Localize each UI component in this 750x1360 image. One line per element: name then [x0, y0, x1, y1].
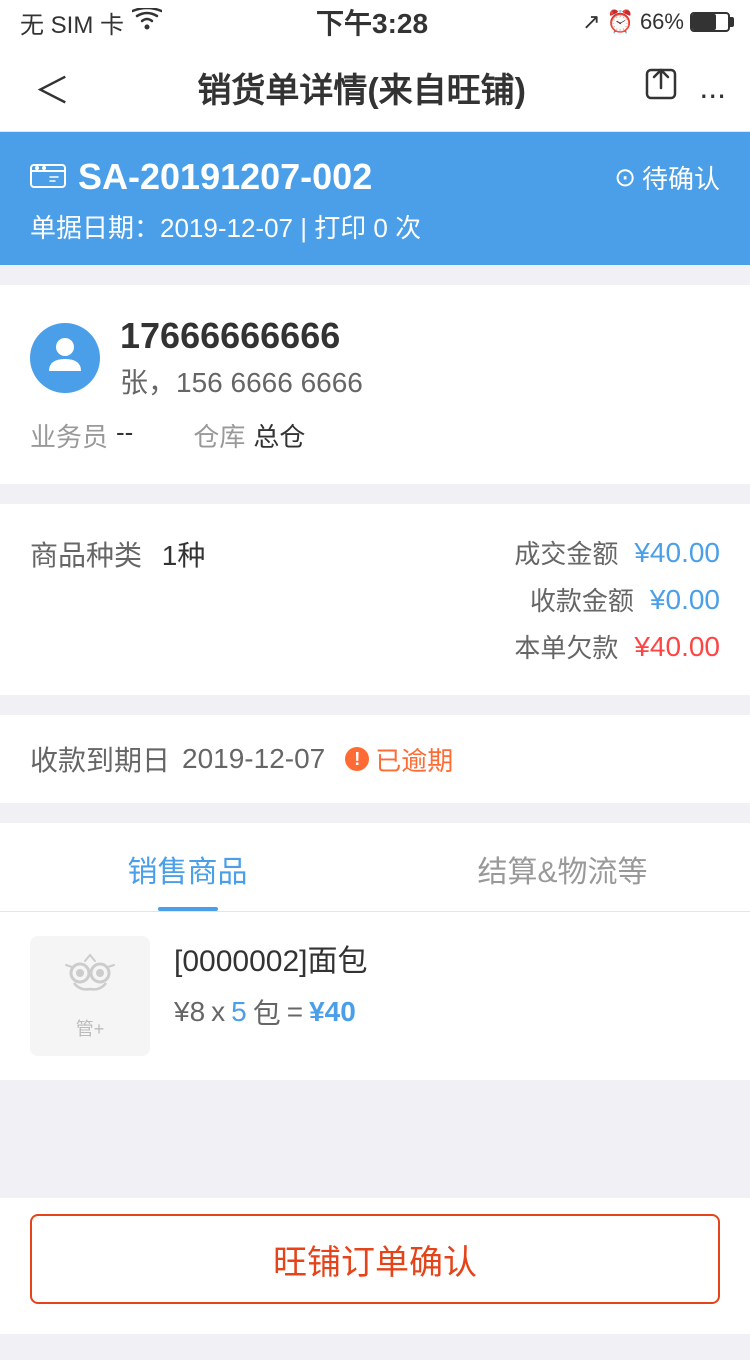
- product-details: [0000002]面包 ¥8 x 5 包 = ¥40: [174, 936, 720, 1032]
- multiply-sign: x: [211, 996, 225, 1028]
- product-name: [0000002]面包: [174, 936, 720, 980]
- carrier-text: 无 SIM 卡: [20, 5, 124, 40]
- debt-amount-label: 本单欠款: [514, 628, 618, 665]
- received-amount-label: 收款金额: [530, 581, 634, 618]
- debt-amount-value: ¥40.00: [634, 631, 720, 663]
- due-date-value: 2019-12-07: [182, 743, 325, 775]
- tabs-row: 销售商品 结算&物流等: [0, 823, 750, 912]
- sales-rep-label: 业务员: [30, 417, 108, 454]
- page-title: 销货单详情(来自旺铺): [197, 63, 526, 112]
- order-banner: SA-20191207-002 ⊙ 待确认 单据日期：2019-12-07 | …: [0, 132, 750, 265]
- customer-phone: 17666666666: [120, 315, 720, 357]
- avatar: [30, 323, 100, 393]
- goods-type-row: 商品种类 1种: [30, 534, 205, 574]
- tab-settlement[interactable]: 结算&物流等: [375, 823, 750, 911]
- order-status: ⊙ 待确认: [614, 159, 720, 196]
- back-button[interactable]: ＜: [24, 52, 80, 124]
- summary-section: 商品种类 1种 成交金额 ¥40.00 收款金额 ¥0.00 本单欠款 ¥40.…: [0, 504, 750, 695]
- customer-info: 17666666666 张，156 6666 6666: [120, 315, 720, 401]
- status-right: ↗ ⏰ 66%: [582, 9, 730, 35]
- warehouse-label: 仓库: [193, 417, 245, 454]
- product-logo: [60, 951, 120, 1011]
- order-id: SA-20191207-002: [30, 156, 372, 198]
- bottom-bar: 旺铺订单确认: [0, 1198, 750, 1334]
- customer-card: 17666666666 张，156 6666 6666 业务员 -- 仓库 总仓: [0, 285, 750, 484]
- sales-rep-value: --: [116, 417, 133, 454]
- product-thumbnail: 管+: [30, 936, 150, 1056]
- user-icon: [45, 333, 85, 383]
- order-date: 单据日期：2019-12-07 | 打印 0 次: [30, 208, 720, 245]
- location-icon: ↗: [582, 9, 600, 35]
- status-time: 下午3:28: [316, 2, 428, 42]
- product-qty: 5: [231, 996, 247, 1028]
- overdue-text: 已逾期: [375, 741, 453, 778]
- status-left: 无 SIM 卡: [20, 5, 162, 40]
- warehouse-value: 总仓: [253, 417, 305, 454]
- equals-sign: =: [287, 996, 303, 1028]
- trade-amount-value: ¥40.00: [634, 537, 720, 569]
- nav-actions: ...: [643, 66, 726, 110]
- due-date-section: 收款到期日 2019-12-07 ! 已逾期: [0, 715, 750, 803]
- wifi-icon: [132, 8, 162, 37]
- status-bar: 无 SIM 卡 下午3:28 ↗ ⏰ 66%: [0, 0, 750, 44]
- order-icon: [30, 156, 66, 198]
- nav-bar: ＜ 销货单详情(来自旺铺) ...: [0, 44, 750, 132]
- clock-icon: ⊙: [614, 162, 636, 193]
- received-amount-value: ¥0.00: [650, 584, 720, 616]
- tabs-section: 销售商品 结算&物流等: [0, 823, 750, 1080]
- product-item: 管+ [0000002]面包 ¥8 x 5 包 = ¥40: [0, 912, 750, 1080]
- battery-percent: 66%: [640, 9, 684, 35]
- share-button[interactable]: [643, 66, 679, 110]
- trade-amount-label: 成交金额: [514, 534, 618, 571]
- confirm-order-button[interactable]: 旺铺订单确认: [30, 1214, 720, 1304]
- overdue-badge: ! 已逾期: [345, 741, 453, 778]
- unit-price: ¥8: [174, 996, 205, 1028]
- due-date-label: 收款到期日: [30, 739, 170, 779]
- brand-plus: 管+: [60, 1015, 120, 1041]
- alarm-icon: ⏰: [607, 9, 634, 35]
- battery-icon: [690, 12, 730, 32]
- product-price-row: ¥8 x 5 包 = ¥40: [174, 992, 720, 1032]
- tab-sales-goods[interactable]: 销售商品: [0, 823, 375, 911]
- more-button[interactable]: ...: [699, 69, 726, 106]
- overdue-icon: !: [345, 747, 369, 771]
- customer-name: 张，156 6666 6666: [120, 361, 720, 401]
- customer-meta: 业务员 -- 仓库 总仓: [30, 417, 720, 454]
- product-total: ¥40: [309, 996, 356, 1028]
- unit: 包: [253, 992, 281, 1032]
